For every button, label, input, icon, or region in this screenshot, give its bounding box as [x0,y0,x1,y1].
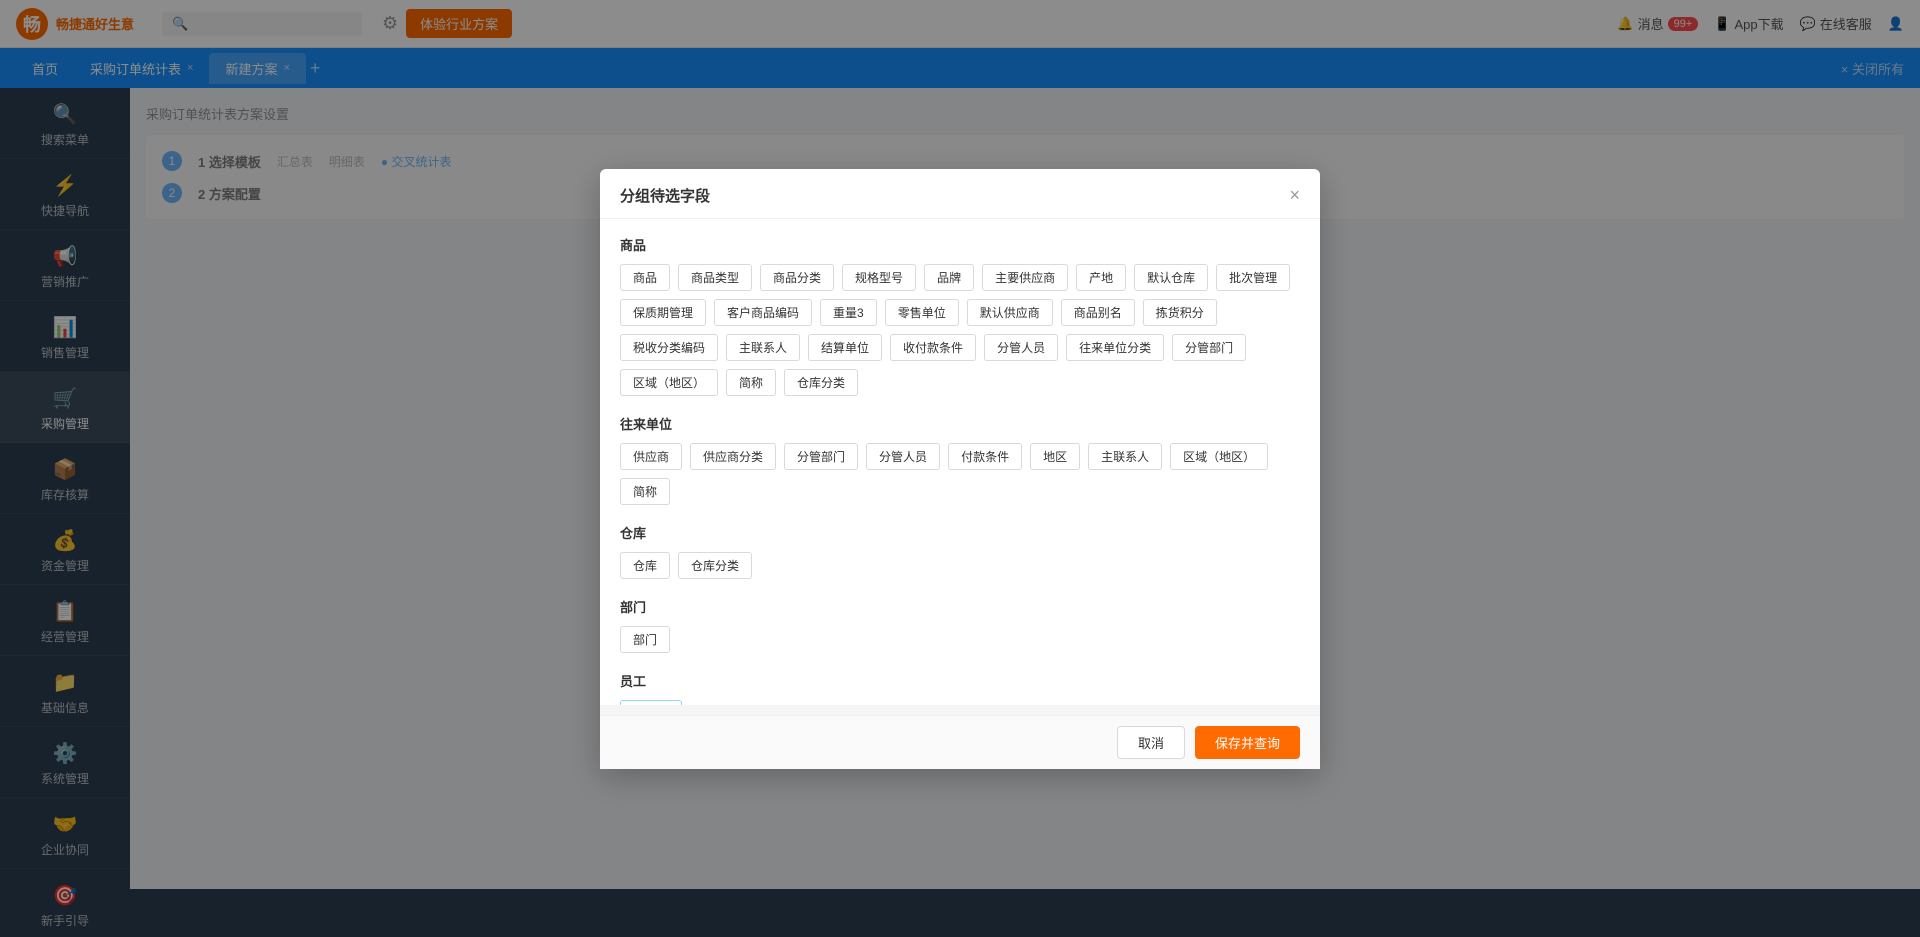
cancel-button[interactable]: 取消 [1117,726,1185,759]
field-tag-person-counterpart[interactable]: 分管人员 [866,443,940,470]
field-tag-customer-product-code[interactable]: 客户商品编码 [714,299,812,326]
field-tag-pick-points[interactable]: 拣货积分 [1143,299,1217,326]
field-tag-district[interactable]: 地区 [1030,443,1080,470]
confirm-button[interactable]: 保存并查询 [1195,726,1300,759]
field-tag-batch-mgmt[interactable]: 批次管理 [1216,264,1290,291]
field-tag-warehouse-category[interactable]: 仓库分类 [678,552,752,579]
field-tag-main-contact[interactable]: 主联系人 [726,334,800,361]
field-tag-dept-counterpart[interactable]: 分管部门 [784,443,858,470]
field-tag-supplier-category[interactable]: 供应商分类 [690,443,776,470]
section-counterpart: 往来单位 供应商 供应商分类 分管部门 分管人员 付款条件 地区 主联系人 区域… [620,414,1300,505]
section-department-title: 部门 [620,597,1300,616]
modal-close-btn[interactable]: × [1289,185,1300,206]
field-tag-department[interactable]: 部门 [620,626,670,653]
section-counterpart-title: 往来单位 [620,414,1300,433]
counterpart-field-tags: 供应商 供应商分类 分管部门 分管人员 付款条件 地区 主联系人 区域（地区） … [620,443,1300,505]
field-tag-supplier[interactable]: 供应商 [620,443,682,470]
field-tag-product-category[interactable]: 商品分类 [760,264,834,291]
field-tag-brand[interactable]: 品牌 [924,264,974,291]
field-tag-payment-terms[interactable]: 收付款条件 [890,334,976,361]
field-tag-settlement-unit[interactable]: 结算单位 [808,334,882,361]
modal-header: 分组待选字段 × [600,169,1320,219]
section-product: 商品 商品 商品类型 商品分类 规格型号 品牌 主要供应商 产地 默认仓库 批次… [620,235,1300,396]
field-tag-abbr-counterpart[interactable]: 简称 [620,478,670,505]
field-tag-warehouse[interactable]: 仓库 [620,552,670,579]
field-tag-dept[interactable]: 分管部门 [1172,334,1246,361]
section-warehouse-title: 仓库 [620,523,1300,542]
field-tag-counterpart-category[interactable]: 往来单位分类 [1066,334,1164,361]
field-tag-payment-cond[interactable]: 付款条件 [948,443,1022,470]
modal-body: 商品 商品 商品类型 商品分类 规格型号 品牌 主要供应商 产地 默认仓库 批次… [600,219,1320,707]
section-warehouse: 仓库 仓库 仓库分类 [620,523,1300,579]
field-tag-product-alias[interactable]: 商品别名 [1061,299,1135,326]
section-department: 部门 部门 [620,597,1300,653]
field-tag-region-product[interactable]: 区域（地区） [620,369,718,396]
section-employee-title: 员工 [620,671,1300,690]
field-tag-supervisor[interactable]: 分管人员 [984,334,1058,361]
field-tag-expiry-mgmt[interactable]: 保质期管理 [620,299,706,326]
modal-hscrollbar[interactable] [600,707,1320,715]
field-tag-product[interactable]: 商品 [620,264,670,291]
modal-title: 分组待选字段 [620,185,710,206]
modal-overlay: 分组待选字段 × 商品 商品 商品类型 商品分类 规格型号 品牌 主要供应商 产… [0,0,1920,937]
field-tag-origin[interactable]: 产地 [1076,264,1126,291]
field-tag-abbr-product[interactable]: 简称 [726,369,776,396]
field-tag-region-counterpart[interactable]: 区域（地区） [1170,443,1268,470]
product-field-tags: 商品 商品类型 商品分类 规格型号 品牌 主要供应商 产地 默认仓库 批次管理 … [620,264,1300,396]
department-field-tags: 部门 [620,626,1300,653]
section-employee: 员工 业务员 [620,671,1300,707]
field-tag-main-supplier[interactable]: 主要供应商 [982,264,1068,291]
modal-footer: 取消 保存并查询 [600,715,1320,769]
field-tag-main-contact-counterpart[interactable]: 主联系人 [1088,443,1162,470]
modal-hscrollbar-track [600,705,1320,715]
field-tag-spec-model[interactable]: 规格型号 [842,264,916,291]
field-tag-retail-unit[interactable]: 零售单位 [885,299,959,326]
field-tag-default-supplier[interactable]: 默认供应商 [967,299,1053,326]
warehouse-field-tags: 仓库 仓库分类 [620,552,1300,579]
field-tag-product-type[interactable]: 商品类型 [678,264,752,291]
field-tag-default-warehouse[interactable]: 默认仓库 [1134,264,1208,291]
field-select-modal: 分组待选字段 × 商品 商品 商品类型 商品分类 规格型号 品牌 主要供应商 产… [600,169,1320,769]
field-tag-weight3[interactable]: 重量3 [820,299,877,326]
field-tag-tax-code[interactable]: 税收分类编码 [620,334,718,361]
field-tag-warehouse-cat[interactable]: 仓库分类 [784,369,858,396]
section-product-title: 商品 [620,235,1300,254]
